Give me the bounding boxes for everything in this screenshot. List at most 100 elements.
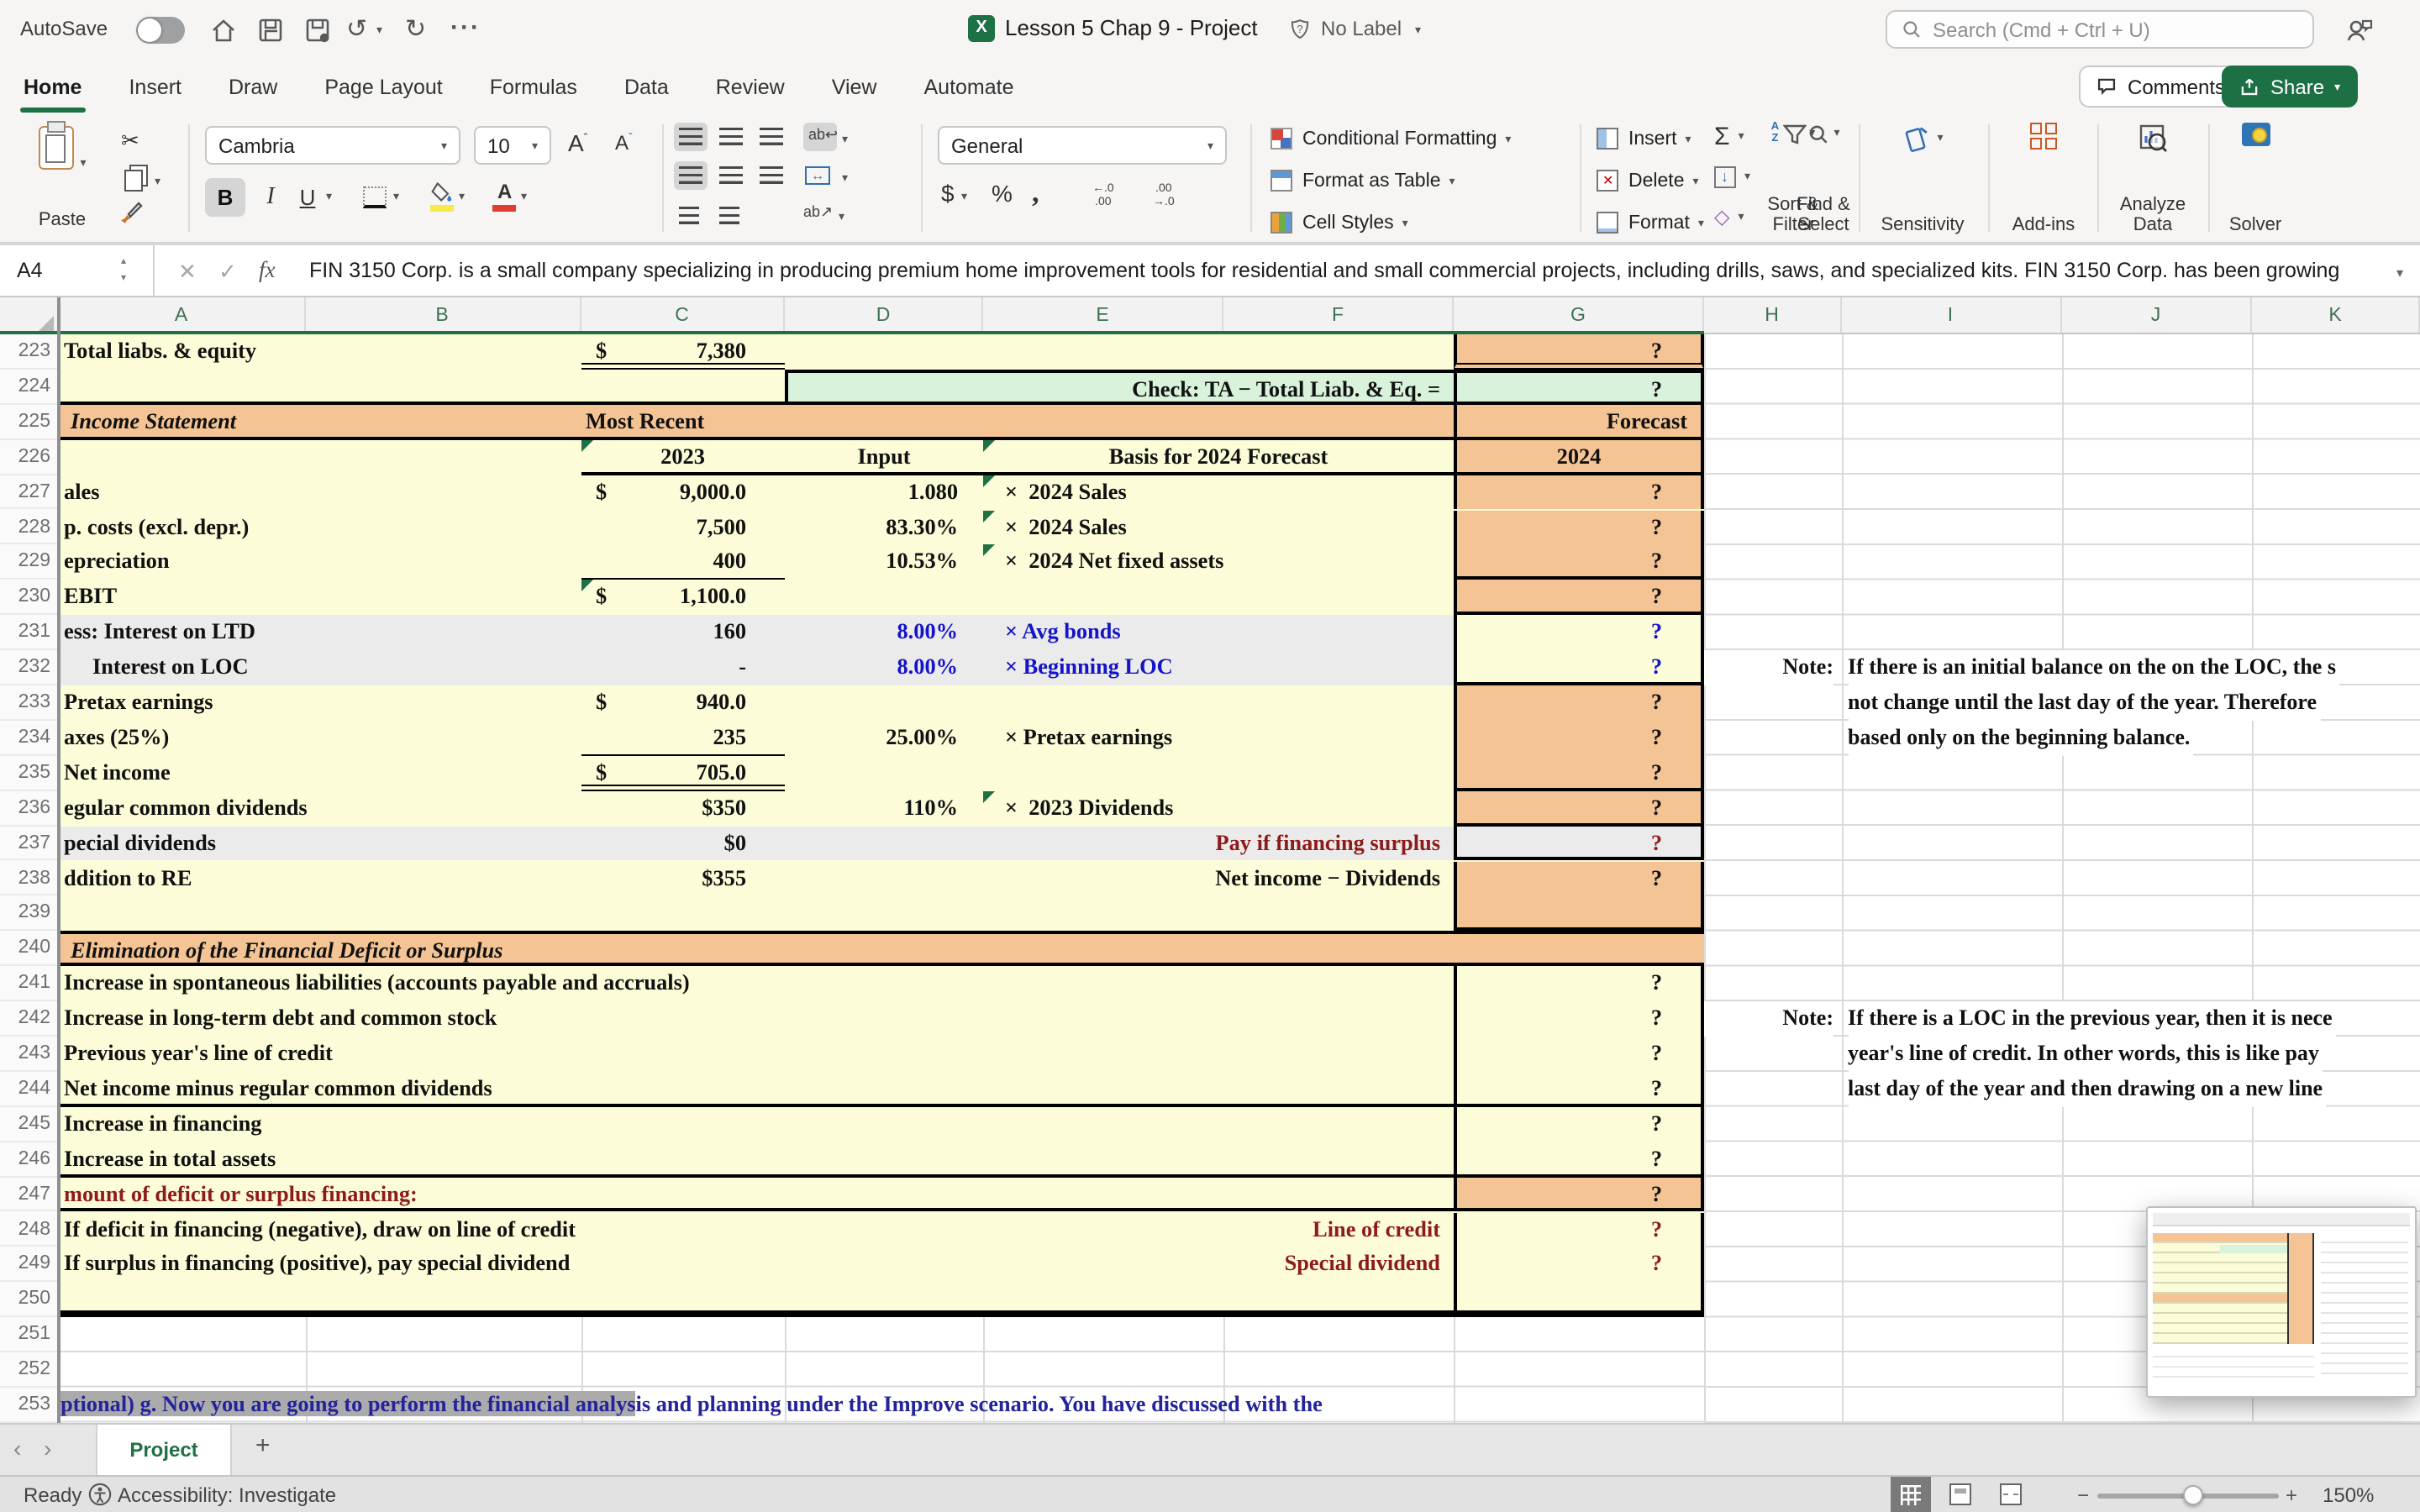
- cell-A-B-225[interactable]: Income Statement: [59, 404, 581, 440]
- align-middle-icon[interactable]: [719, 128, 743, 146]
- currency-chevron-icon[interactable]: ▾: [961, 190, 967, 203]
- cell-G-239[interactable]: [1454, 895, 1704, 932]
- number-format-select[interactable]: General ▾: [938, 126, 1227, 165]
- column-header-I[interactable]: I: [1841, 297, 2061, 334]
- more-commands-icon[interactable]: ···: [450, 13, 481, 42]
- cell-G-238[interactable]: ?: [1454, 861, 1704, 896]
- column-header-A[interactable]: A: [59, 297, 305, 334]
- cell-E-F-226[interactable]: Basis for 2024 Forecast: [983, 439, 1454, 475]
- cell-C-237[interactable]: $0: [581, 826, 785, 861]
- cell-E-F-227[interactable]: × 2024 Sales: [983, 475, 1454, 510]
- format-painter-icon[interactable]: [118, 198, 145, 225]
- cell-G-237[interactable]: ?: [1454, 826, 1704, 861]
- paste-button[interactable]: ▾ Paste: [17, 121, 108, 235]
- cell-C-238[interactable]: $355: [581, 861, 785, 896]
- search-input[interactable]: Search (Cmd + Ctrl + U): [1886, 10, 2314, 49]
- accessibility-status[interactable]: Accessibility: Investigate: [118, 1483, 336, 1507]
- name-box[interactable]: A4 ▴ ▾: [0, 245, 155, 299]
- increase-decimal-icon[interactable]: .00 →.0: [1153, 183, 1175, 208]
- decrease-font-icon[interactable]: Aˇ: [615, 131, 633, 155]
- cell-C-230[interactable]: $1,100.0: [581, 580, 785, 616]
- sensitivity-label-badge[interactable]: No Label: [1321, 17, 1402, 40]
- align-top-button[interactable]: [674, 123, 708, 151]
- column-header-E[interactable]: E: [983, 297, 1223, 334]
- cell-E-F-229[interactable]: × 2024 Net fixed assets: [983, 544, 1454, 580]
- solver-button[interactable]: Solver: [2222, 123, 2289, 235]
- cell-E-F-237[interactable]: Pay if financing surplus: [983, 826, 1454, 861]
- home-icon[interactable]: [208, 15, 239, 45]
- tab-data[interactable]: Data: [621, 59, 672, 116]
- cell-A-F-245[interactable]: Increase in financing: [59, 1107, 1454, 1142]
- copy-chevron-icon[interactable]: ▾: [155, 175, 160, 188]
- cell-E-F-248[interactable]: Line of credit: [983, 1212, 1454, 1247]
- cell-G-233[interactable]: ?: [1454, 685, 1704, 721]
- align-bottom-icon[interactable]: [760, 128, 783, 146]
- normal-view-button[interactable]: [1891, 1477, 1931, 1512]
- wrap-chevron-icon[interactable]: ▾: [842, 133, 848, 146]
- instruction-text-row[interactable]: ptional) g. Now you are going to perform…: [60, 1388, 1323, 1423]
- cell-A-G-240[interactable]: Elimination of the Financial Deficit or …: [59, 931, 1704, 967]
- comments-button[interactable]: Comments: [2079, 66, 2243, 108]
- cell-G-244[interactable]: ?: [1454, 1071, 1704, 1107]
- orientation-chevron-icon[interactable]: ▾: [839, 210, 844, 223]
- font-size-select[interactable]: 10 ▾: [474, 126, 551, 165]
- increase-indent-icon[interactable]: [719, 207, 739, 225]
- enter-icon[interactable]: ✓: [218, 259, 237, 286]
- cell-G-243[interactable]: ?: [1454, 1037, 1704, 1072]
- cell-styles-button[interactable]: Cell Styles ▾: [1270, 210, 1408, 237]
- label-chevron-icon[interactable]: ▾: [1415, 24, 1421, 37]
- cell-D-227[interactable]: 1.080: [785, 475, 983, 510]
- find-select-button[interactable]: ▾ Find & Select: [1790, 123, 1857, 235]
- format-cells-button[interactable]: Format ▾: [1597, 210, 1704, 237]
- cell-G-246[interactable]: ?: [1454, 1142, 1704, 1178]
- cell-A-B-238[interactable]: ddition to RE: [59, 861, 581, 896]
- cell-G-248[interactable]: ?: [1454, 1212, 1704, 1247]
- cell-A-D-249[interactable]: If surplus in financing (positive), pay …: [59, 1247, 983, 1283]
- merge-center-icon[interactable]: ↔: [805, 166, 830, 185]
- increase-font-icon[interactable]: Aˆ: [568, 129, 587, 156]
- cell-A-F-241[interactable]: Increase in spontaneous liabilities (acc…: [59, 966, 1454, 1001]
- add-ins-button[interactable]: Add-ins: [2005, 123, 2082, 235]
- formula-bar-expand-icon[interactable]: ▾: [2396, 265, 2403, 281]
- cell-C-223[interactable]: $7,380: [581, 334, 785, 370]
- cell-A-B-234[interactable]: axes (25%): [59, 721, 581, 756]
- cell-E-F-231[interactable]: × Avg bonds: [983, 615, 1454, 651]
- cell-A-F-242[interactable]: Increase in long-term debt and common st…: [59, 1001, 1454, 1037]
- fill-down-button[interactable]: ▾: [1714, 163, 1750, 190]
- zoom-out-icon[interactable]: −: [2077, 1483, 2089, 1507]
- underline-chevron-icon[interactable]: ▾: [326, 190, 332, 203]
- cell-D-234[interactable]: 25.00%: [785, 721, 983, 756]
- cell-A-D-248[interactable]: If deficit in financing (negative), draw…: [59, 1212, 983, 1247]
- cell-D-231[interactable]: 8.00%: [785, 615, 983, 651]
- format-as-table-button[interactable]: Format as Table ▾: [1270, 168, 1455, 195]
- conditional-formatting-button[interactable]: Conditional Formatting ▾: [1270, 126, 1511, 153]
- tab-draw[interactable]: Draw: [225, 59, 281, 116]
- cell-G-223[interactable]: ?: [1454, 334, 1704, 370]
- cell-D-232[interactable]: 8.00%: [785, 650, 983, 685]
- decrease-decimal-icon[interactable]: ←.0 .00: [1092, 183, 1114, 208]
- fill-color-icon[interactable]: [430, 180, 454, 203]
- undo-icon[interactable]: ↺: [346, 13, 367, 44]
- cell-D-F-225[interactable]: [785, 404, 1454, 440]
- cancel-icon[interactable]: ✕: [178, 259, 197, 286]
- cell-D-229[interactable]: 10.53%: [785, 545, 983, 580]
- bold-button[interactable]: B: [205, 178, 245, 217]
- undo-chevron-icon[interactable]: ▾: [376, 24, 382, 37]
- column-header-H[interactable]: H: [1704, 297, 1841, 334]
- redo-icon[interactable]: ↻: [405, 13, 426, 44]
- borders-chevron-icon[interactable]: ▾: [393, 190, 399, 203]
- zoom-in-icon[interactable]: +: [2286, 1483, 2297, 1507]
- cell-D-237[interactable]: [785, 826, 983, 861]
- cell-C-231[interactable]: 160: [581, 615, 785, 651]
- cell-A-B-232[interactable]: Interest on LOC: [59, 650, 581, 685]
- merge-chevron-icon[interactable]: ▾: [842, 171, 848, 185]
- cell-C-226[interactable]: 2023: [581, 439, 785, 475]
- cell-A-F-243[interactable]: Previous year's line of credit: [59, 1037, 1454, 1072]
- cell-D-F-224[interactable]: Check: TA − Total Liab. & Eq. =: [785, 369, 1454, 405]
- cell-G-225[interactable]: Forecast: [1454, 404, 1704, 440]
- cell-A-B-236[interactable]: egular common dividends: [59, 790, 581, 826]
- cell-G-242[interactable]: ?: [1454, 1001, 1704, 1037]
- column-header-B[interactable]: B: [305, 297, 581, 334]
- cell-A-B-231[interactable]: ess: Interest on LTD: [59, 615, 581, 651]
- cell-E-F-232[interactable]: × Beginning LOC: [983, 650, 1454, 685]
